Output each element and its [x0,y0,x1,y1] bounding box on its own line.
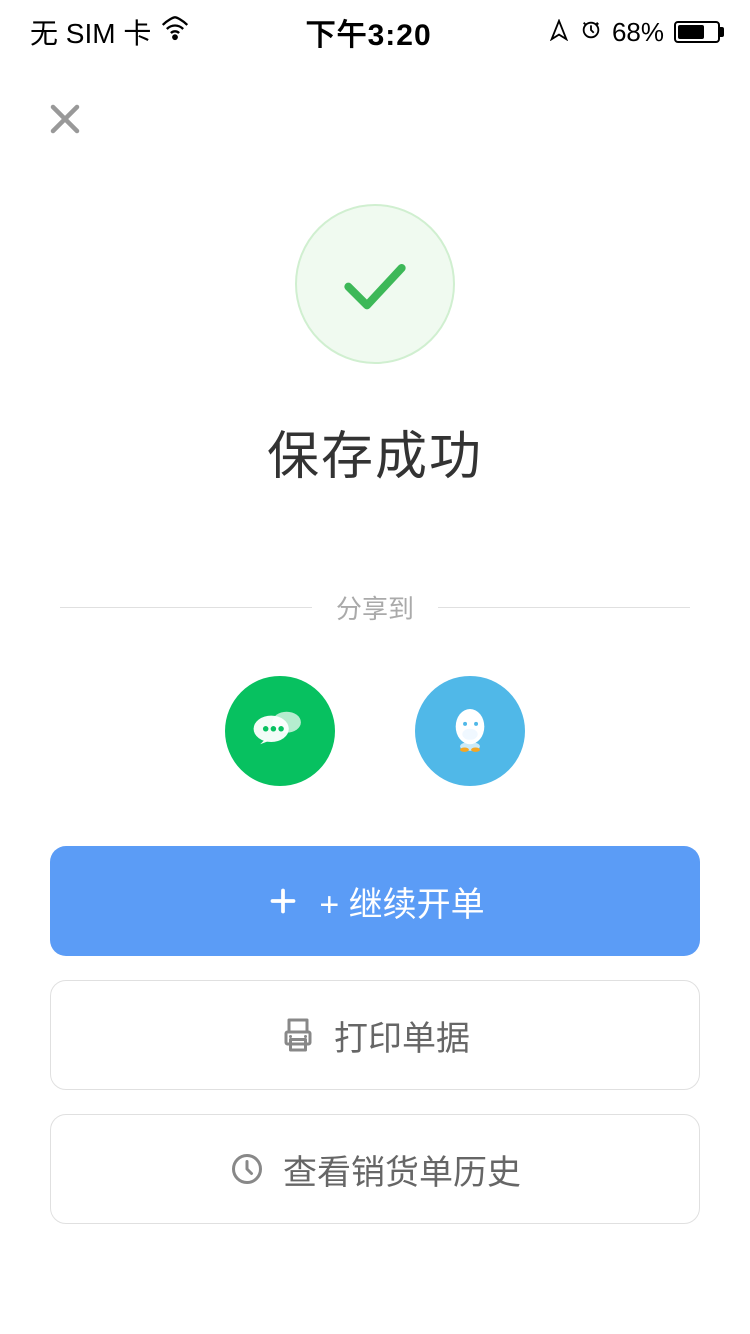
print-button[interactable]: 打印单据 [50,980,700,1090]
status-bar: 无 SIM 卡 下午3:20 68% [0,0,750,64]
qq-share-button[interactable] [415,676,525,786]
status-left: 无 SIM 卡 [30,12,189,52]
battery-percent: 68% [612,17,664,48]
share-label: 分享到 [312,589,438,626]
location-icon [548,17,570,48]
continue-button[interactable]: + 继续开单 [50,846,700,956]
share-icons-row [0,626,750,816]
divider-line-right [438,607,690,608]
divider-line-left [60,607,312,608]
close-button[interactable] [40,94,90,144]
wifi-icon [161,15,189,50]
wechat-share-button[interactable] [225,676,335,786]
print-button-label: 打印单据 [334,1011,470,1060]
status-right: 68% [548,17,720,48]
share-divider: 分享到 [0,589,750,626]
plus-icon [265,883,301,919]
close-button-wrapper [0,64,750,174]
success-title: 保存成功 [267,414,483,489]
check-circle [295,204,455,364]
time-display: 下午3:20 [306,10,432,54]
continue-button-label: + 继续开单 [319,877,484,926]
carrier-text: 无 SIM 卡 [30,12,151,52]
actions-area: + 继续开单 打印单据 查看销货单历史 [0,816,750,1224]
battery-icon [674,21,720,43]
history-icon [229,1151,265,1187]
success-area: 保存成功 [0,174,750,539]
battery-fill [678,25,704,39]
alarm-icon [580,17,602,48]
history-button-label: 查看销货单历史 [283,1145,521,1194]
history-button[interactable]: 查看销货单历史 [50,1114,700,1224]
print-icon [280,1017,316,1053]
